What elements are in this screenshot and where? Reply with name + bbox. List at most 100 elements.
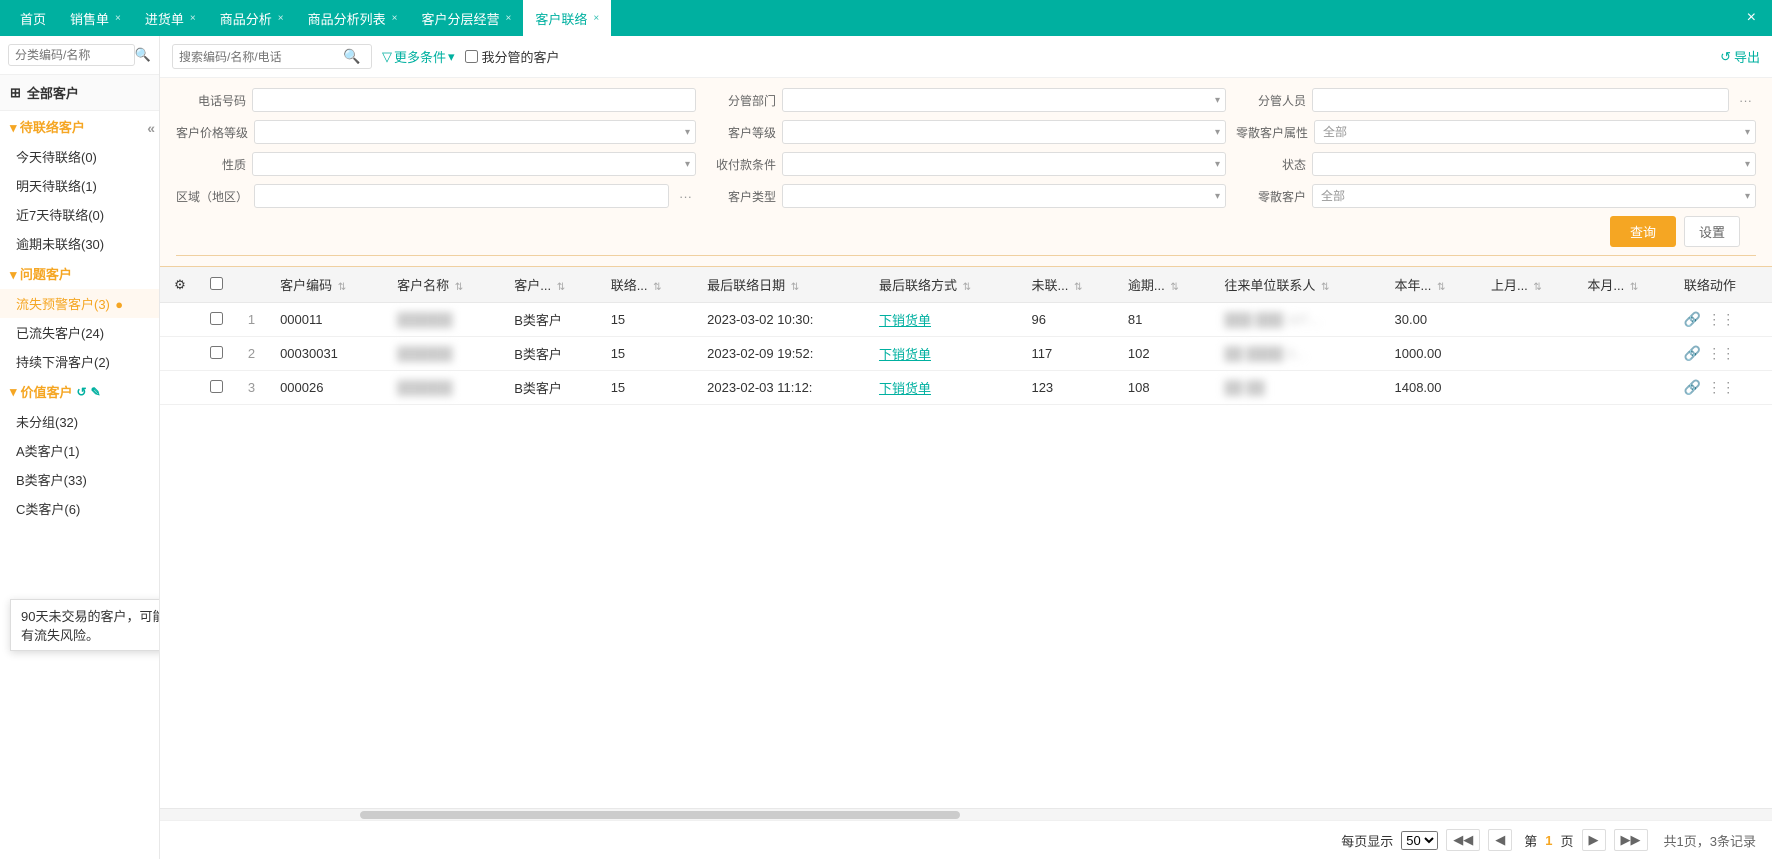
sidebar-refresh-icon[interactable]: ↺ <box>77 385 87 399</box>
filter-dept-label: 分管部门 <box>706 92 776 109</box>
filter-manager-dots[interactable]: ··· <box>1735 93 1756 108</box>
my-customers-checkbox[interactable] <box>465 50 478 63</box>
nav-tab-purchase[interactable]: 进货单 × <box>133 0 208 36</box>
horizontal-scrollbar[interactable] <box>160 808 1772 820</box>
filter-scatter-select[interactable]: 全部 <box>1312 184 1756 208</box>
filter-cust-level-select[interactable] <box>782 120 1226 144</box>
sidebar-item-7days[interactable]: 近7天待联络(0) <box>0 200 159 229</box>
sidebar-item-churned[interactable]: 已流失客户(24) <box>0 318 159 347</box>
th-contact[interactable]: 联络... ⇅ <box>601 267 697 303</box>
sidebar-item-class-c[interactable]: C类客户(6) <box>0 494 159 523</box>
prev-page-button[interactable]: ◀ <box>1488 829 1512 851</box>
sidebar-item-class-a[interactable]: A类客户(1) <box>0 436 159 465</box>
filter-price-level-select[interactable] <box>254 120 696 144</box>
nav-tab-sales[interactable]: 销售单 × <box>58 0 133 36</box>
filter-row-2: 客户价格等级 ▾ 客户等级 ▾ 零散客户属性 全部 <box>176 120 1756 144</box>
nav-tab-customer-contact[interactable]: 客户联络 × <box>523 0 611 36</box>
sidebar-section-value[interactable]: ▾ 价值客户 ↺ ✎ <box>0 376 159 407</box>
th-this-month[interactable]: 本月... ⇅ <box>1577 267 1673 303</box>
th-level[interactable]: 客户... ⇅ <box>504 267 600 303</box>
th-last-month[interactable]: 上月... ⇅ <box>1481 267 1577 303</box>
nav-tab-purchase-close[interactable]: × <box>190 13 196 24</box>
nav-tab-analysis-list-close[interactable]: × <box>392 13 398 24</box>
filter-manager-input[interactable] <box>1312 88 1729 112</box>
action-more-icon-1[interactable]: ⋮⋮ <box>1707 311 1735 328</box>
sidebar-section-pending-label: 待联络客户 <box>20 120 85 135</box>
export-button[interactable]: ↺ 导出 <box>1720 47 1760 66</box>
th-unlink-sort: ⇅ <box>1074 282 1082 293</box>
close-all-button[interactable]: × <box>1739 9 1764 27</box>
last-page-button[interactable]: ▶▶ <box>1614 829 1648 851</box>
sidebar-item-churn-warning[interactable]: 流失预警客户(3) ● <box>0 289 159 318</box>
sidebar-item-today[interactable]: 今天待联络(0) <box>0 142 159 171</box>
action-link-icon-1[interactable]: 🔗 <box>1684 311 1701 328</box>
filter-dept-select[interactable] <box>782 88 1226 112</box>
sidebar-section-pending[interactable]: ▾ 待联络客户 <box>0 111 159 142</box>
sidebar-item-ungrouped[interactable]: 未分组(32) <box>0 407 159 436</box>
nav-tab-analysis-close[interactable]: × <box>278 13 284 24</box>
main-search-input[interactable] <box>179 50 339 64</box>
sidebar-item-class-b[interactable]: B类客户(33) <box>0 465 159 494</box>
th-unlink[interactable]: 未联... ⇅ <box>1021 267 1117 303</box>
nav-tab-sales-close[interactable]: × <box>115 13 121 24</box>
my-customers-checkbox-area: 我分管的客户 <box>465 47 560 66</box>
nav-tab-analysis-list-label: 商品分析列表 <box>308 9 386 28</box>
th-overdue[interactable]: 逾期... ⇅ <box>1118 267 1214 303</box>
sidebar-section-problem[interactable]: ▾ 问题客户 <box>0 258 159 289</box>
per-page-select[interactable]: 50 <box>1401 831 1438 850</box>
row-checkbox-3[interactable] <box>210 380 223 393</box>
filter-status-select[interactable] <box>1312 152 1756 176</box>
sidebar-search-input[interactable] <box>8 44 135 66</box>
nav-tab-analysis[interactable]: 商品分析 × <box>208 0 296 36</box>
nav-tab-customer-tier-close[interactable]: × <box>505 13 511 24</box>
th-last-date[interactable]: 最后联络日期 ⇅ <box>697 267 869 303</box>
th-gear[interactable]: ⚙ <box>160 267 200 303</box>
filter-cust-level-label: 客户等级 <box>706 124 776 141</box>
th-checkbox[interactable] <box>200 267 233 303</box>
sidebar-edit-icon[interactable]: ✎ <box>91 385 101 399</box>
filter-phone-field: 电话号码 <box>176 88 696 112</box>
sidebar-item-ungrouped-label: 未分组(32) <box>16 415 78 430</box>
th-this-year[interactable]: 本年... ⇅ <box>1385 267 1481 303</box>
nav-tab-analysis-list[interactable]: 商品分析列表 × <box>296 0 410 36</box>
filter-nature-wrap: ▾ <box>252 152 696 176</box>
filter-cust-type-select[interactable] <box>782 184 1226 208</box>
action-more-icon-3[interactable]: ⋮⋮ <box>1707 379 1735 396</box>
cell-lastmonth-1 <box>1481 303 1577 337</box>
filter-region-input[interactable] <box>254 184 669 208</box>
filter-scatter-attr-select[interactable]: 全部 <box>1314 120 1756 144</box>
sidebar-collapse-button[interactable]: « <box>147 120 155 136</box>
nav-tab-customer-contact-close[interactable]: × <box>593 13 599 24</box>
action-link-icon-3[interactable]: 🔗 <box>1684 379 1701 396</box>
th-code[interactable]: 客户编码 ⇅ <box>270 267 387 303</box>
filter-manager-field: 分管人员 ··· <box>1236 88 1756 112</box>
filter-phone-input[interactable] <box>252 88 696 112</box>
th-unit-contact[interactable]: 往来单位联系人 ⇅ <box>1214 267 1384 303</box>
filter-region-dots[interactable]: ··· <box>675 189 696 204</box>
sidebar-item-tomorrow[interactable]: 明天待联络(1) <box>0 171 159 200</box>
row-checkbox-2[interactable] <box>210 346 223 359</box>
action-link-icon-2[interactable]: 🔗 <box>1684 345 1701 362</box>
method-link-1[interactable]: 下销货单 <box>879 313 931 328</box>
settings-button[interactable]: 设置 <box>1684 216 1740 247</box>
first-page-button[interactable]: ◀◀ <box>1446 829 1480 851</box>
more-conditions-button[interactable]: ▽ 更多条件 <box>382 47 455 66</box>
action-more-icon-2[interactable]: ⋮⋮ <box>1707 345 1735 362</box>
method-link-2[interactable]: 下销货单 <box>879 347 931 362</box>
scrollbar-thumb[interactable] <box>360 811 960 819</box>
sidebar-item-declining[interactable]: 持续下滑客户(2) <box>0 347 159 376</box>
filter-payment-select[interactable] <box>782 152 1226 176</box>
filter-nature-select[interactable] <box>252 152 696 176</box>
th-name[interactable]: 客户名称 ⇅ <box>387 267 504 303</box>
sidebar-item-overdue[interactable]: 逾期未联络(30) <box>0 229 159 258</box>
select-all-checkbox[interactable] <box>210 277 223 290</box>
nav-tab-customer-tier[interactable]: 客户分层经营 × <box>409 0 523 36</box>
method-link-3[interactable]: 下销货单 <box>879 381 931 396</box>
nav-tab-home[interactable]: 首页 <box>8 0 58 36</box>
th-last-method[interactable]: 最后联络方式 ⇅ <box>869 267 1021 303</box>
th-overdue-label: 逾期... <box>1128 278 1165 293</box>
query-button[interactable]: 查询 <box>1610 216 1676 247</box>
cell-check-2 <box>200 337 233 371</box>
next-page-button[interactable]: ▶ <box>1582 829 1606 851</box>
row-checkbox-1[interactable] <box>210 312 223 325</box>
